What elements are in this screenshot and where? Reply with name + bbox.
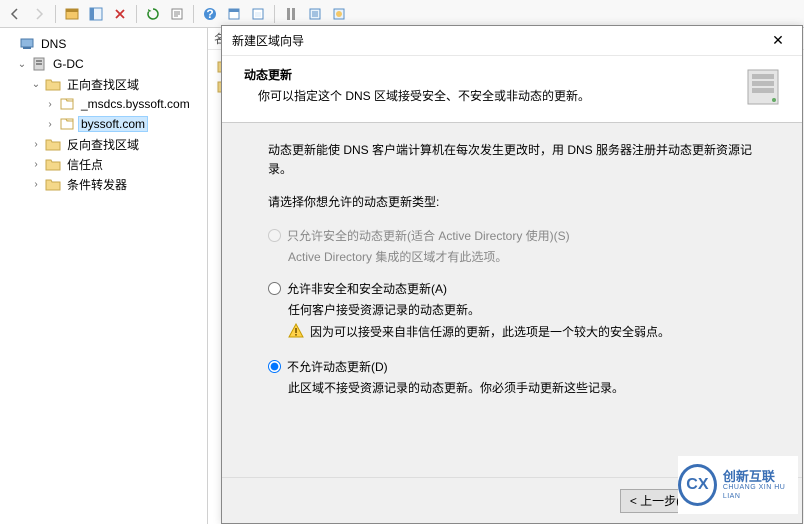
expander-icon[interactable]: ⌄ (30, 79, 42, 90)
brand-name: 创新互联 (723, 469, 798, 485)
body-paragraph-2: 请选择你想允许的动态更新类型: (268, 193, 772, 212)
toolbar-separator (193, 5, 194, 23)
tree-label: DNS (38, 36, 69, 52)
zone-icon (59, 116, 75, 132)
tree-label: 正向查找区域 (64, 75, 142, 94)
dialog-titlebar[interactable]: 新建区域向导 ✕ (222, 26, 802, 56)
tree-reverse-zone[interactable]: › 反向查找区域 (4, 134, 203, 154)
radio-secure-only (268, 229, 281, 242)
dns-icon (19, 36, 35, 52)
tree-msdcs-zone[interactable]: › _msdcs.byssoft.com (4, 94, 203, 114)
tree-label: _msdcs.byssoft.com (78, 96, 193, 112)
option-secure-only-desc: Active Directory 集成的区域才有此选项。 (288, 248, 772, 266)
delete-button[interactable] (109, 3, 131, 25)
toolbar-separator (136, 5, 137, 23)
close-button[interactable]: ✕ (758, 28, 798, 54)
tree-pane: DNS ⌄ G-DC ⌄ 正向查找区域 › _msdcs.byssoft.com… (0, 28, 208, 524)
brand-logo-icon: CX (678, 464, 717, 506)
server-illustration-icon (740, 66, 788, 108)
tree-label: byssoft.com (78, 116, 148, 132)
tree-forward-zone[interactable]: ⌄ 正向查找区域 (4, 74, 203, 94)
tree-label: 信任点 (64, 155, 106, 174)
toolbar-separator (55, 5, 56, 23)
help-button[interactable]: ? (199, 3, 221, 25)
filter-button-2[interactable] (304, 3, 326, 25)
expander-icon[interactable]: › (44, 99, 56, 110)
nav-forward-button[interactable] (28, 3, 50, 25)
option-label[interactable]: 不允许动态更新(D) (287, 358, 388, 375)
zone-icon (59, 96, 75, 112)
refresh-button[interactable] (142, 3, 164, 25)
action-button-2[interactable] (247, 3, 269, 25)
tree-trust-points[interactable]: › 信任点 (4, 154, 203, 174)
expander-icon[interactable]: › (44, 119, 56, 130)
filter-button-1[interactable] (280, 3, 302, 25)
warning-icon (288, 323, 304, 344)
header-title: 动态更新 (244, 66, 740, 83)
header-description: 你可以指定这个 DNS 区域接受安全、不安全或非动态的更新。 (244, 87, 740, 104)
action-button-1[interactable] (223, 3, 245, 25)
option-no-dynamic-desc: 此区域不接受资源记录的动态更新。你必须手动更新这些记录。 (288, 379, 772, 397)
radio-no-dynamic[interactable] (268, 360, 281, 373)
svg-text:?: ? (206, 7, 213, 21)
toolbar-separator (274, 5, 275, 23)
toolbar: ? (0, 0, 804, 28)
option-nonsecure-secure[interactable]: 允许非安全和安全动态更新(A) (268, 280, 772, 297)
tree-server[interactable]: ⌄ G-DC (4, 54, 203, 74)
body-paragraph-1: 动态更新能使 DNS 客户端计算机在每次发生更改时，用 DNS 服务器注册并动态… (268, 141, 772, 179)
folder-icon (45, 156, 61, 172)
warning-text: 因为可以接受来自非信任源的更新，此选项是一个较大的安全弱点。 (310, 323, 670, 341)
option-no-dynamic[interactable]: 不允许动态更新(D) (268, 358, 772, 375)
tree-conditional-forwarders[interactable]: › 条件转发器 (4, 174, 203, 194)
desc-text: 任何客户接受资源记录的动态更新。 (288, 303, 480, 317)
tree-label: 反向查找区域 (64, 135, 142, 154)
tree-label: 条件转发器 (64, 175, 130, 194)
show-hide-button[interactable] (61, 3, 83, 25)
dialog-body: 动态更新能使 DNS 客户端计算机在每次发生更改时，用 DNS 服务器注册并动态… (222, 123, 802, 478)
expander-icon[interactable]: › (30, 179, 42, 190)
expander-icon[interactable]: ⌄ (16, 59, 28, 70)
radio-nonsecure-secure[interactable] (268, 282, 281, 295)
dialog-title: 新建区域向导 (232, 32, 304, 49)
expander-icon[interactable]: › (30, 159, 42, 170)
brand-sub: CHUANG XIN HU LIAN (723, 484, 798, 501)
option-secure-only: 只允许安全的动态更新(适合 Active Directory 使用)(S) (268, 227, 772, 244)
expander-icon[interactable]: › (30, 139, 42, 150)
export-button[interactable] (166, 3, 188, 25)
dialog-header: 动态更新 你可以指定这个 DNS 区域接受安全、不安全或非动态的更新。 (222, 56, 802, 123)
server-icon (31, 56, 47, 72)
brand-overlay: CX 创新互联 CHUANG XIN HU LIAN (678, 456, 798, 514)
filter-button-3[interactable] (328, 3, 350, 25)
folder-icon (45, 136, 61, 152)
option-nonsecure-secure-desc: 任何客户接受资源记录的动态更新。 因为可以接受来自非信任源的更新，此选项是一个较… (288, 301, 772, 344)
tree-domain-zone[interactable]: › byssoft.com (4, 114, 203, 134)
properties-button[interactable] (85, 3, 107, 25)
folder-icon (45, 176, 61, 192)
option-label: 只允许安全的动态更新(适合 Active Directory 使用)(S) (287, 227, 570, 244)
folder-icon (45, 76, 61, 92)
nav-back-button[interactable] (4, 3, 26, 25)
option-label[interactable]: 允许非安全和安全动态更新(A) (287, 280, 447, 297)
tree-root-dns[interactable]: DNS (4, 34, 203, 54)
tree-label: G-DC (50, 56, 87, 72)
new-zone-wizard-dialog: 新建区域向导 ✕ 动态更新 你可以指定这个 DNS 区域接受安全、不安全或非动态… (221, 25, 803, 524)
